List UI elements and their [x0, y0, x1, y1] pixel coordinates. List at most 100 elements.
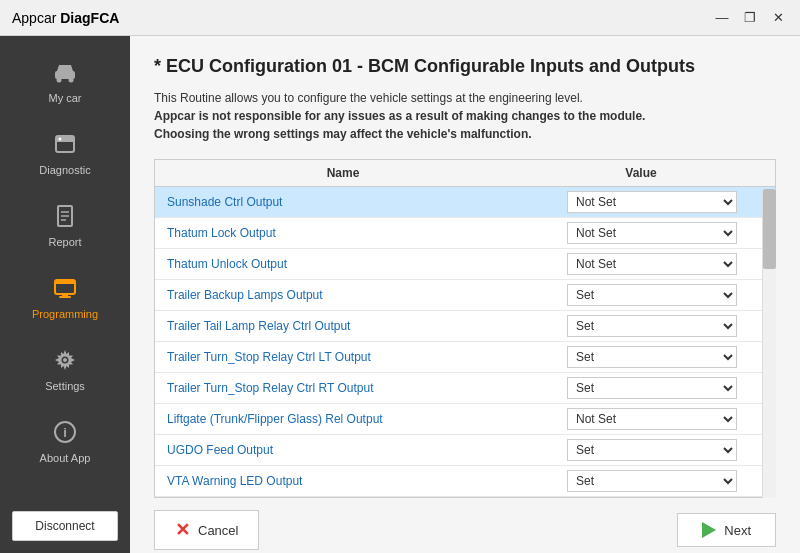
cancel-label: Cancel	[198, 523, 238, 538]
row-value-cell: Not SetSet	[555, 435, 775, 465]
sidebar-item-diagnostic[interactable]: Diagnostic	[0, 116, 130, 188]
table-body: Sunshade Ctrl OutputNot SetSetThatum Loc…	[155, 187, 775, 497]
restore-button[interactable]: ❐	[740, 8, 760, 28]
table-row[interactable]: Trailer Turn_Stop Relay Ctrl LT Output No…	[155, 342, 775, 373]
svg-point-2	[57, 78, 62, 83]
sidebar-label-diagnostic: Diagnostic	[39, 164, 90, 176]
svg-rect-13	[59, 296, 71, 298]
sidebar-item-my-car[interactable]: My car	[0, 44, 130, 116]
value-select[interactable]: Not SetSet	[567, 408, 737, 430]
value-select[interactable]: Not SetSet	[567, 284, 737, 306]
value-select[interactable]: Not SetSet	[567, 346, 737, 368]
table-row[interactable]: Liftgate (Trunk/Flipper Glass) Rel Outpu…	[155, 404, 775, 435]
row-value-cell: Not SetSet	[555, 373, 775, 403]
value-select[interactable]: Not SetSet	[567, 191, 737, 213]
value-select[interactable]: Not SetSet	[567, 439, 737, 461]
close-button[interactable]: ✕	[768, 8, 788, 28]
table-row[interactable]: UGDO Feed Output Not SetSet	[155, 435, 775, 466]
sidebar: My car Diagnostic Report	[0, 36, 130, 553]
row-name-cell[interactable]: Trailer Turn_Stop Relay Ctrl RT Output	[155, 377, 555, 399]
svg-point-17	[63, 358, 67, 362]
sidebar-label-programming: Programming	[32, 308, 98, 320]
svg-rect-12	[55, 280, 75, 284]
next-label: Next	[724, 523, 751, 538]
next-icon	[702, 522, 716, 538]
config-table: Name Value Sunshade Ctrl Output Not SetSe…	[154, 159, 776, 498]
svg-text:i: i	[63, 425, 67, 440]
row-name-cell[interactable]: UGDO Feed Output	[155, 439, 555, 461]
row-value-cell: Not SetSet	[555, 311, 775, 341]
scroll-col-header	[751, 160, 775, 186]
value-select[interactable]: Not SetSet	[567, 315, 737, 337]
sidebar-item-programming[interactable]: Programming	[0, 260, 130, 332]
row-value-cell: Not SetSet	[555, 466, 775, 496]
title-bar-left: Appcar DiagFCA	[12, 10, 119, 26]
title-bar: Appcar DiagFCA — ❐ ✕	[0, 0, 800, 36]
table-row[interactable]: Trailer Backup Lamps Output Not SetSet	[155, 280, 775, 311]
warning-text: This Routine allows you to configure the…	[154, 89, 776, 143]
sidebar-label-about-app: About App	[40, 452, 91, 464]
disconnect-button[interactable]: Disconnect	[12, 511, 118, 541]
value-select[interactable]: Not SetSet	[567, 253, 737, 275]
row-value-cell: Not SetSet	[555, 187, 775, 217]
row-value-cell: Not SetSet	[555, 218, 775, 248]
svg-point-6	[59, 138, 62, 141]
table-row[interactable]: Trailer Turn_Stop Relay Ctrl RT Output No…	[155, 373, 775, 404]
row-value-cell: Not SetSet	[555, 249, 775, 279]
sidebar-label-my-car: My car	[49, 92, 82, 104]
description2: Appcar is not responsible for any issues…	[154, 109, 645, 123]
row-name-cell[interactable]: Trailer Backup Lamps Output	[155, 284, 555, 306]
svg-rect-14	[62, 294, 68, 296]
main-layout: My car Diagnostic Report	[0, 36, 800, 553]
report-icon	[49, 200, 81, 232]
page-title: * ECU Configuration 01 - BCM Configurabl…	[154, 56, 776, 77]
table-row[interactable]: Thatum Unlock Output Not SetSet	[155, 249, 775, 280]
row-value-cell: Not SetSet	[555, 404, 775, 434]
sidebar-label-report: Report	[48, 236, 81, 248]
disconnect-area: Disconnect	[0, 499, 130, 553]
sidebar-item-settings[interactable]: Settings	[0, 332, 130, 404]
minimize-button[interactable]: —	[712, 8, 732, 28]
description1: This Routine allows you to configure the…	[154, 91, 583, 105]
scrollbar[interactable]	[762, 189, 776, 498]
table-row[interactable]: Trailer Tail Lamp Relay Ctrl Output Not S…	[155, 311, 775, 342]
svg-marker-1	[57, 65, 73, 71]
table-row[interactable]: VTA Warning LED Output Not SetSet	[155, 466, 775, 497]
programming-icon	[49, 272, 81, 304]
window-controls: — ❐ ✕	[712, 8, 788, 28]
sidebar-item-report[interactable]: Report	[0, 188, 130, 260]
table-wrapper: Name Value Sunshade Ctrl Output Not SetSe…	[154, 159, 776, 498]
diagnostic-icon	[49, 128, 81, 160]
row-value-cell: Not SetSet	[555, 280, 775, 310]
svg-point-3	[69, 78, 74, 83]
about-icon: i	[49, 416, 81, 448]
car-icon	[49, 56, 81, 88]
value-select[interactable]: Not SetSet	[567, 377, 737, 399]
sidebar-label-settings: Settings	[45, 380, 85, 392]
table-header: Name Value	[155, 160, 775, 187]
row-name-cell[interactable]: Thatum Lock Output	[155, 222, 555, 244]
row-name-cell[interactable]: Sunshade Ctrl Output	[155, 191, 555, 213]
row-name-cell[interactable]: Liftgate (Trunk/Flipper Glass) Rel Outpu…	[155, 408, 555, 430]
row-name-cell[interactable]: Trailer Turn_Stop Relay Ctrl LT Output	[155, 346, 555, 368]
value-select[interactable]: Not SetSet	[567, 470, 737, 492]
description3: Choosing the wrong settings may affect t…	[154, 127, 532, 141]
sidebar-item-about-app[interactable]: i About App	[0, 404, 130, 476]
table-row[interactable]: Thatum Lock Output Not SetSet	[155, 218, 775, 249]
name-column-header: Name	[155, 160, 531, 186]
row-value-cell: Not SetSet	[555, 342, 775, 372]
next-button[interactable]: Next	[677, 513, 776, 547]
footer: ✕ Cancel Next	[154, 510, 776, 550]
row-name-cell[interactable]: Thatum Unlock Output	[155, 253, 555, 275]
cancel-button[interactable]: ✕ Cancel	[154, 510, 259, 550]
value-column-header: Value	[531, 160, 751, 186]
scrollbar-thumb[interactable]	[763, 189, 776, 269]
row-name-cell[interactable]: Trailer Tail Lamp Relay Ctrl Output	[155, 315, 555, 337]
value-select[interactable]: Not SetSet	[567, 222, 737, 244]
settings-icon	[49, 344, 81, 376]
cancel-icon: ✕	[175, 519, 190, 541]
content-area: * ECU Configuration 01 - BCM Configurabl…	[130, 36, 800, 553]
row-name-cell[interactable]: VTA Warning LED Output	[155, 470, 555, 492]
table-row[interactable]: Sunshade Ctrl Output Not SetSet	[155, 187, 775, 218]
app-title: Appcar DiagFCA	[12, 10, 119, 26]
